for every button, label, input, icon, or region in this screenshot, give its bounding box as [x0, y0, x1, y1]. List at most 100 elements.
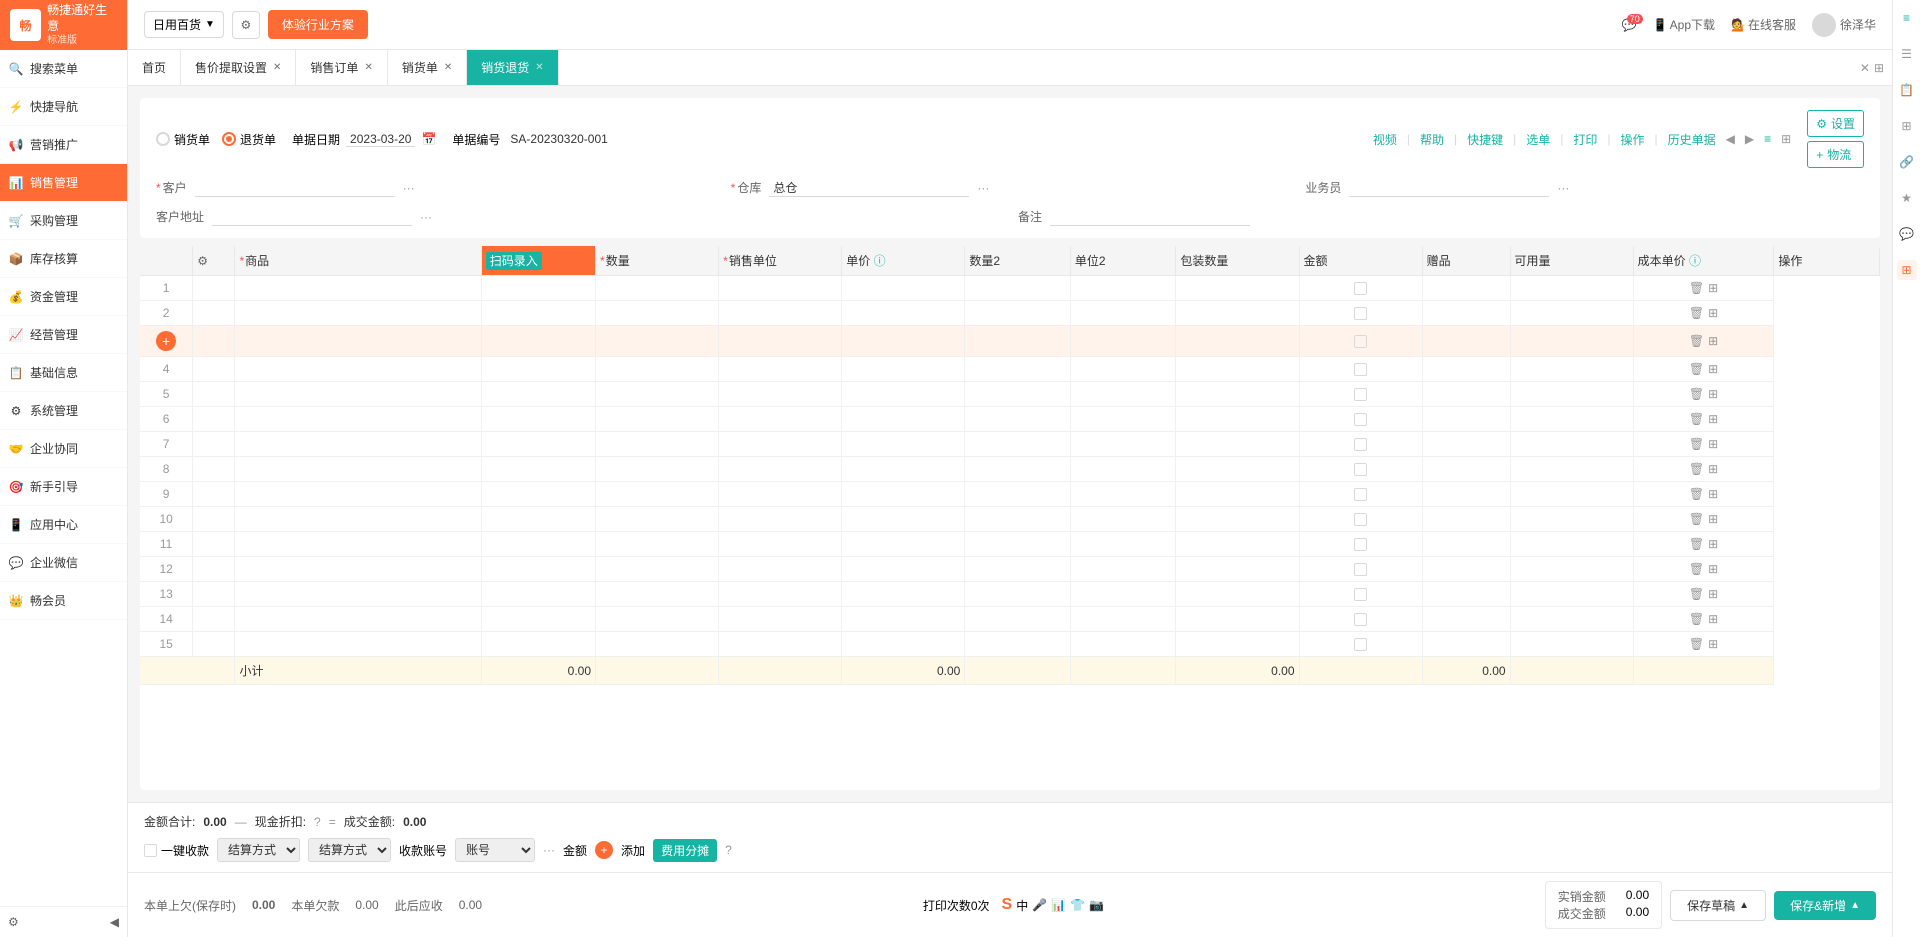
remark-input[interactable]	[1050, 207, 1250, 226]
delete-row-8[interactable]: 🗑	[1689, 462, 1704, 476]
copy-row-4[interactable]: ⊞	[1708, 362, 1718, 376]
tab-close-sale-price[interactable]: ✕	[273, 62, 281, 73]
fee-info-icon[interactable]: ?	[725, 843, 732, 857]
calendar-icon[interactable]: 📅	[421, 132, 436, 146]
radio-sale[interactable]: 销货单	[156, 131, 210, 148]
tab-close-sale-return[interactable]: ✕	[535, 62, 543, 73]
gift-checkbox-7[interactable]	[1354, 438, 1367, 451]
delete-row-9[interactable]: 🗑	[1689, 487, 1704, 501]
gift-checkbox-10[interactable]	[1354, 513, 1367, 526]
copy-row-14[interactable]: ⊞	[1708, 612, 1718, 626]
copy-row-7[interactable]: ⊞	[1708, 437, 1718, 451]
delete-row-1[interactable]: 🗑	[1689, 281, 1704, 295]
setup-btn[interactable]: ⚙ 设置	[1807, 110, 1864, 137]
col-settings[interactable]: ⚙	[193, 246, 235, 276]
delete-row-5[interactable]: 🗑	[1689, 387, 1704, 401]
industry-selector[interactable]: 日用百货 ▼	[144, 11, 224, 38]
date-value[interactable]: 2023-03-20	[346, 132, 415, 147]
sidebar-item-shortcut[interactable]: ⚡ 快捷导航	[0, 88, 127, 126]
sidebar-item-app-center[interactable]: 📱 应用中心	[0, 506, 127, 544]
sidebar-item-inventory[interactable]: 📦 库存核算	[0, 240, 127, 278]
discount-info-icon[interactable]: ?	[314, 815, 321, 829]
view-grid-icon[interactable]: ⊞	[1781, 132, 1791, 146]
one-click-payment-checkbox[interactable]: 一键收款	[144, 842, 209, 859]
gift-checkbox-13[interactable]	[1354, 588, 1367, 601]
customer-input[interactable]	[195, 178, 395, 197]
copy-row-5[interactable]: ⊞	[1708, 387, 1718, 401]
save-draft-btn[interactable]: 保存草稿 ▲	[1670, 890, 1766, 921]
address-input[interactable]	[212, 207, 412, 226]
view-list-icon[interactable]: ≡	[1764, 132, 1771, 146]
summary-method-select[interactable]: 结算方式	[308, 838, 391, 862]
delete-row-3[interactable]: 🗑	[1689, 334, 1704, 348]
gift-checkbox-9[interactable]	[1354, 488, 1367, 501]
tab-sale-order[interactable]: 销售订单✕	[296, 50, 387, 85]
account-select[interactable]: 账号	[455, 838, 535, 862]
footer-icon-1[interactable]: S	[1002, 896, 1013, 914]
delete-row-11[interactable]: 🗑	[1689, 537, 1704, 551]
customer-dots[interactable]: ···	[403, 181, 415, 195]
gift-checkbox-2[interactable]	[1354, 307, 1367, 320]
fee-split-btn[interactable]: 费用分摊	[653, 839, 717, 862]
gift-checkbox-11[interactable]	[1354, 538, 1367, 551]
topbar-settings-btn[interactable]: ⚙	[232, 11, 260, 39]
doc-action-help[interactable]: 帮助	[1420, 131, 1444, 148]
copy-row-3[interactable]: ⊞	[1708, 334, 1718, 348]
history-next[interactable]: ▶	[1745, 132, 1754, 146]
expand-tabs-icon[interactable]: ⊞	[1874, 61, 1884, 75]
sidebar-settings-icon[interactable]: ⚙	[8, 915, 19, 929]
tab-sale-delivery[interactable]: 销货单✕	[388, 50, 467, 85]
copy-row-8[interactable]: ⊞	[1708, 462, 1718, 476]
warehouse-input[interactable]	[769, 178, 969, 197]
close-all-tabs-icon[interactable]: ✕	[1860, 61, 1870, 75]
sidebar-item-sales[interactable]: 📊 销售管理	[0, 164, 127, 202]
footer-icon-6[interactable]: 📷	[1089, 898, 1104, 912]
tab-close-sale-delivery[interactable]: ✕	[444, 62, 452, 73]
gift-checkbox-1[interactable]	[1354, 282, 1367, 295]
delete-row-12[interactable]: 🗑	[1689, 562, 1704, 576]
right-icon-4[interactable]: ⊞	[1897, 116, 1917, 136]
sidebar-item-marketing[interactable]: 📢 营销推广	[0, 126, 127, 164]
footer-icon-4[interactable]: 📊	[1051, 898, 1066, 912]
sidebar-item-basic[interactable]: 📋 基础信息	[0, 354, 127, 392]
delete-row-15[interactable]: 🗑	[1689, 637, 1704, 651]
doc-action-select[interactable]: 选单	[1526, 131, 1550, 148]
warehouse-dots[interactable]: ···	[977, 181, 989, 195]
add-payment-btn[interactable]: +	[595, 841, 613, 859]
sidebar-item-purchase[interactable]: 🛒 采购管理	[0, 202, 127, 240]
user-menu[interactable]: 徐泽华	[1812, 13, 1876, 37]
tab-close-sale-order[interactable]: ✕	[364, 62, 372, 73]
sidebar-item-system[interactable]: ⚙ 系统管理	[0, 392, 127, 430]
copy-row-9[interactable]: ⊞	[1708, 487, 1718, 501]
salesperson-dots[interactable]: ···	[1557, 181, 1569, 195]
gift-checkbox-3[interactable]	[1354, 335, 1367, 348]
footer-icon-2[interactable]: 中	[1016, 897, 1028, 914]
right-icon-2[interactable]: ☰	[1897, 44, 1917, 64]
right-icon-8[interactable]: ⊞	[1897, 260, 1917, 280]
experience-btn[interactable]: 体验行业方案	[268, 10, 368, 39]
right-icon-6[interactable]: ★	[1897, 188, 1917, 208]
gift-checkbox-12[interactable]	[1354, 563, 1367, 576]
sidebar-item-search[interactable]: 🔍 搜索菜单	[0, 50, 127, 88]
logistics-btn[interactable]: + 物流	[1807, 141, 1864, 168]
right-icon-7[interactable]: 💬	[1897, 224, 1917, 244]
tab-sale-return[interactable]: 销货退货✕	[467, 50, 558, 85]
sidebar-item-member[interactable]: 👑 畅会员	[0, 582, 127, 620]
sidebar-item-operations[interactable]: 📈 经营管理	[0, 316, 127, 354]
doc-action-operate[interactable]: 操作	[1621, 131, 1645, 148]
copy-row-1[interactable]: ⊞	[1708, 281, 1718, 295]
sidebar-item-enterprise[interactable]: 🤝 企业协同	[0, 430, 127, 468]
app-download-link[interactable]: 📱 App下载	[1653, 16, 1715, 33]
history-prev[interactable]: ◀	[1726, 132, 1735, 146]
customer-service-link[interactable]: 💁 在线客服	[1731, 16, 1796, 33]
tab-home[interactable]: 首页	[128, 50, 181, 85]
salesperson-input[interactable]	[1349, 178, 1549, 197]
sidebar-item-newbie[interactable]: 🎯 新手引导	[0, 468, 127, 506]
delete-row-13[interactable]: 🗑	[1689, 587, 1704, 601]
delete-row-14[interactable]: 🗑	[1689, 612, 1704, 626]
gift-checkbox-8[interactable]	[1354, 463, 1367, 476]
doc-action-shortcut[interactable]: 快捷键	[1467, 131, 1503, 148]
gift-checkbox-14[interactable]	[1354, 613, 1367, 626]
copy-row-10[interactable]: ⊞	[1708, 512, 1718, 526]
sidebar-item-wechat[interactable]: 💬 企业微信	[0, 544, 127, 582]
